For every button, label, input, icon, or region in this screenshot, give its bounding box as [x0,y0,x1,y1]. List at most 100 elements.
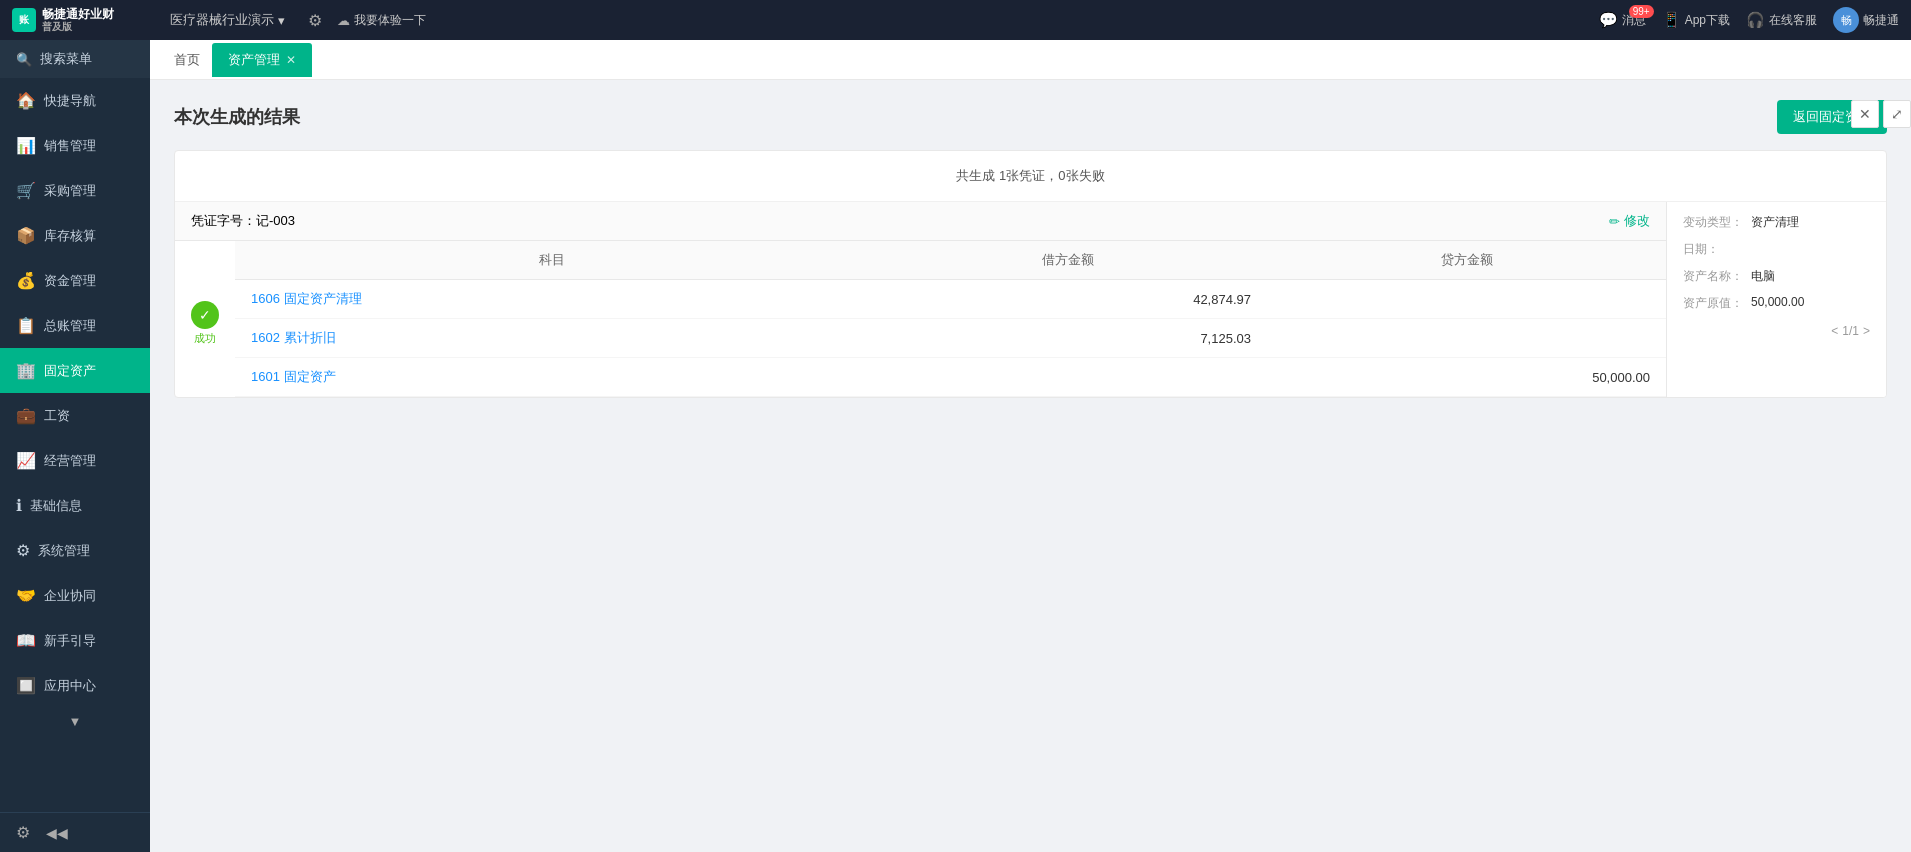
change-type-row: 变动类型： 资产清理 [1683,214,1870,231]
edit-voucher-button[interactable]: ✏ 修改 [1609,212,1650,230]
date-label: 日期： [1683,241,1719,258]
sidebar-item-operations[interactable]: 📈 经营管理 [0,438,150,483]
main-layout: 🔍 搜索菜单 🏠 快捷导航 📊 销售管理 🛒 采购管理 📦 库存核算 💰 资金管… [0,40,1911,852]
system-icon: ⚙ [16,541,30,560]
table-row: 1606 固定资产清理 42,874.97 [235,280,1666,319]
search-label: 搜索菜单 [40,50,92,68]
sidebar-item-purchase[interactable]: 🛒 采购管理 [0,168,150,213]
table-row: 1601 固定资产 50,000.00 [235,358,1666,397]
sidebar-label-fixed-assets: 固定资产 [44,362,96,380]
sidebar-item-sales[interactable]: 📊 销售管理 [0,123,150,168]
chevron-down-icon: ▼ [69,714,82,729]
sidebar-item-guide[interactable]: 📖 新手引导 [0,618,150,663]
sidebar-label-basic-info: 基础信息 [30,497,82,515]
headset-icon: 🎧 [1746,11,1765,29]
sidebar-item-system[interactable]: ⚙ 系统管理 [0,528,150,573]
sales-icon: 📊 [16,136,36,155]
result-panel: 共生成 1张凭证，0张失败 凭证字号：记-003 ✏ 修改 [174,150,1887,398]
debit-cell-2 [868,358,1267,397]
phone-icon: 📱 [1662,11,1681,29]
app-center-icon: 🔲 [16,676,36,695]
tab-bar: 首页 资产管理 ✕ [150,40,1911,80]
online-service-item[interactable]: 🎧 在线客服 [1746,11,1817,29]
panel-controls-area: ✕ ⤢ [1851,100,1911,128]
sidebar-label-guide: 新手引导 [44,632,96,650]
sidebar-label-purchase: 采购管理 [44,182,96,200]
col-debit: 借方金额 [868,241,1267,280]
voucher-table-container: 科目 借方金额 贷方金额 1606 固定资产清理 42,874. [235,241,1666,397]
debit-cell-1: 7,125.03 [868,319,1267,358]
sidebar-item-ledger[interactable]: 📋 总账管理 [0,303,150,348]
tab-home[interactable]: 首页 [166,43,208,77]
voucher-main: 凭证字号：记-003 ✏ 修改 [175,202,1666,397]
ledger-icon: 📋 [16,316,36,335]
guide-icon: 📖 [16,631,36,650]
voucher-number: 凭证字号：记-003 [191,212,295,230]
purchase-icon: 🛒 [16,181,36,200]
expand-panel-button[interactable]: ⤢ [1883,100,1911,128]
debit-cell-0: 42,874.97 [868,280,1267,319]
operations-icon: 📈 [16,451,36,470]
logo-area: 账 畅捷通好业财 普及版 [12,7,162,33]
home-icon: 🏠 [16,91,36,110]
sidebar-item-enterprise[interactable]: 🤝 企业协同 [0,573,150,618]
settings-gear-button[interactable]: ⚙ [301,6,329,34]
sidebar-label-ledger: 总账管理 [44,317,96,335]
experience-label[interactable]: 我要体验一下 [354,12,426,29]
capital-icon: 💰 [16,271,36,290]
app-download-item[interactable]: 📱 App下载 [1662,11,1730,29]
edit-label: 修改 [1624,212,1650,230]
table-header-row: 科目 借方金额 贷方金额 [235,241,1666,280]
sidebar-label-payroll: 工资 [44,407,70,425]
prev-page-button[interactable]: < [1831,324,1838,338]
asset-value-label: 资产原值： [1683,295,1743,312]
tab-close-button[interactable]: ✕ [286,53,296,67]
page-title: 本次生成的结果 [174,105,300,129]
sidebar-item-capital[interactable]: 💰 资金管理 [0,258,150,303]
asset-name-value: 电脑 [1751,268,1775,285]
header-right: 💬 消息 99+ 📱 App下载 🎧 在线客服 畅 畅捷通 [1599,7,1899,33]
col-credit: 贷方金额 [1267,241,1666,280]
sidebar-item-app-center[interactable]: 🔲 应用中心 [0,663,150,708]
subject-cell-0: 1606 固定资产清理 [235,280,868,319]
avatar: 畅 [1833,7,1859,33]
user-profile-item[interactable]: 畅 畅捷通 [1833,7,1899,33]
company-name: 医疗器械行业演示 [170,11,274,29]
success-circle: ✓ [191,301,219,329]
sidebar-item-payroll[interactable]: 💼 工资 [0,393,150,438]
payroll-icon: 💼 [16,406,36,425]
credit-cell-2: 50,000.00 [1267,358,1666,397]
change-type-label: 变动类型： [1683,214,1743,231]
voucher-header: 凭证字号：记-003 ✏ 修改 [175,202,1666,241]
top-header: 账 畅捷通好业财 普及版 医疗器械行业演示 ▾ ⚙ ☁ 我要体验一下 💬 消息 … [0,0,1911,40]
close-panel-button[interactable]: ✕ [1851,100,1879,128]
sidebar-item-quick-nav[interactable]: 🏠 快捷导航 [0,78,150,123]
sidebar-label-system: 系统管理 [38,542,90,560]
settings-bottom-icon[interactable]: ⚙ [16,823,30,842]
message-item[interactable]: 💬 消息 99+ [1599,11,1646,29]
company-selector[interactable]: 医疗器械行业演示 ▾ [162,7,293,33]
tab-asset-mgmt[interactable]: 资产管理 ✕ [212,43,312,77]
logo-main-text: 畅捷通好业财 [42,7,114,21]
next-page-button[interactable]: > [1863,324,1870,338]
collapse-icon[interactable]: ◀◀ [46,825,68,841]
sidebar-item-basic-info[interactable]: ℹ 基础信息 [0,483,150,528]
sidebar-search[interactable]: 🔍 搜索菜单 [0,40,150,78]
sidebar-item-fixed-assets[interactable]: 🏢 固定资产 [0,348,150,393]
header-middle: 医疗器械行业演示 ▾ ⚙ ☁ 我要体验一下 [162,6,1599,34]
sidebar-scroll-down[interactable]: ▼ [0,708,150,735]
user-name: 畅捷通 [1863,12,1899,29]
sidebar-label-capital: 资金管理 [44,272,96,290]
subject-cell-1: 1602 累计折旧 [235,319,868,358]
sidebar-label-operations: 经营管理 [44,452,96,470]
fixed-assets-icon: 🏢 [16,361,36,380]
result-summary: 共生成 1张凭证，0张失败 [175,151,1886,202]
gear-icon: ⚙ [308,11,322,30]
credit-cell-0 [1267,280,1666,319]
subject-cell-2: 1601 固定资产 [235,358,868,397]
sidebar-item-inventory[interactable]: 📦 库存核算 [0,213,150,258]
app-download-label: App下载 [1685,12,1730,29]
message-icon: 💬 [1599,11,1618,29]
success-label: 成功 [194,331,216,346]
asset-name-label: 资产名称： [1683,268,1743,285]
